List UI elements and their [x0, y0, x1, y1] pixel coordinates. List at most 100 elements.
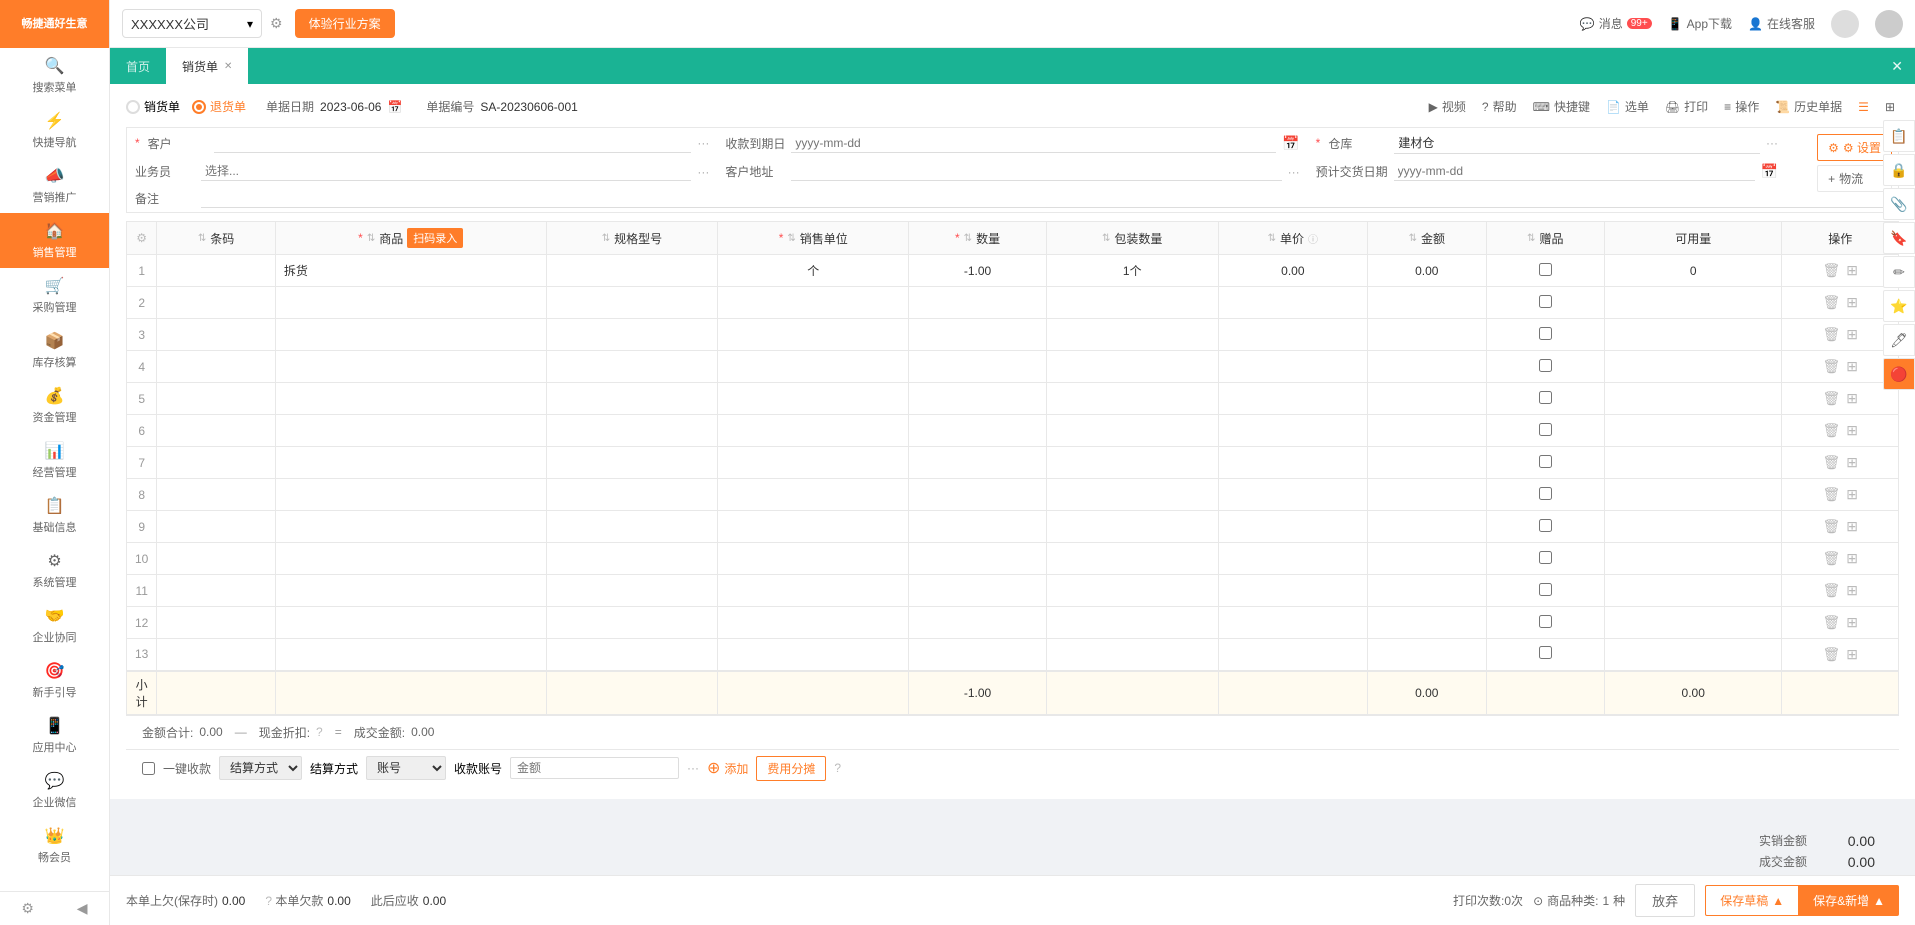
calendar-icon2[interactable]: 📅 [1761, 163, 1778, 180]
gift-checkbox[interactable] [1539, 646, 1552, 659]
avatar[interactable] [1831, 10, 1859, 38]
cell-pack-qty[interactable] [1046, 575, 1218, 607]
copy-icon[interactable]: ⊞ [1846, 454, 1858, 471]
cell-barcode[interactable] [157, 319, 275, 351]
cell-spec[interactable] [546, 575, 718, 607]
salesperson-picker-icon[interactable]: ··· [697, 165, 709, 179]
cell-spec[interactable] [546, 319, 718, 351]
cell-gift[interactable] [1486, 447, 1604, 479]
cell-amount[interactable] [1368, 479, 1486, 511]
delete-icon[interactable]: 🗑 [1822, 454, 1840, 471]
cell-qty[interactable] [909, 511, 1047, 543]
view-list-btn[interactable]: ☰ [1854, 98, 1873, 116]
cell-barcode[interactable] [157, 607, 275, 639]
cell-barcode[interactable] [157, 383, 275, 415]
copy-icon[interactable]: ⊞ [1846, 614, 1858, 631]
cell-pack-qty[interactable] [1046, 607, 1218, 639]
copy-icon[interactable]: ⊞ [1846, 550, 1858, 567]
float-btn-2[interactable]: 🔒 [1883, 154, 1915, 186]
sidebar-item-appstore[interactable]: 📱 应用中心 [0, 708, 109, 763]
cell-unit[interactable] [718, 319, 909, 351]
payment-date-input[interactable] [791, 134, 1276, 153]
sort-icon[interactable]: ⇅ [602, 233, 610, 244]
gift-checkbox[interactable] [1539, 583, 1552, 596]
cell-gift[interactable] [1486, 511, 1604, 543]
cell-product[interactable] [275, 639, 546, 671]
gift-checkbox[interactable] [1539, 615, 1552, 628]
customer-address-input[interactable] [791, 162, 1281, 181]
expense-split-button[interactable]: 费用分摊 [756, 756, 826, 781]
sidebar-item-enterprise[interactable]: 🤝 企业协同 [0, 598, 109, 653]
delete-icon[interactable]: 🗑 [1822, 486, 1840, 503]
cell-barcode[interactable] [157, 351, 275, 383]
cell-amount[interactable] [1368, 607, 1486, 639]
sidebar-item-wechat[interactable]: 💬 企业微信 [0, 763, 109, 818]
cell-unit[interactable] [718, 415, 909, 447]
customer-input[interactable] [214, 134, 692, 153]
sidebar-item-finance[interactable]: 💰 资金管理 [0, 378, 109, 433]
cell-barcode[interactable] [157, 415, 275, 447]
sidebar-item-marketing[interactable]: 📣 营销推广 [0, 158, 109, 213]
sidebar-settings-btn[interactable]: ⚙ [21, 900, 34, 917]
cell-unit[interactable] [718, 575, 909, 607]
cell-amount[interactable] [1368, 351, 1486, 383]
select-btn[interactable]: 📄 选单 [1602, 96, 1653, 117]
cell-spec[interactable] [546, 351, 718, 383]
settings-icon[interactable]: ⚙ [270, 15, 283, 32]
cell-unit-price[interactable] [1218, 287, 1368, 319]
cell-product[interactable] [275, 351, 546, 383]
cell-qty[interactable]: -1.00 [909, 255, 1047, 287]
tab-close-icon[interactable]: ✕ [224, 61, 232, 72]
delete-icon[interactable]: 🗑 [1822, 550, 1840, 567]
cell-amount[interactable] [1368, 415, 1486, 447]
cell-product[interactable] [275, 607, 546, 639]
cell-product[interactable] [275, 575, 546, 607]
cell-product[interactable] [275, 479, 546, 511]
save-draft-button[interactable]: 保存草稿 ▲ [1705, 885, 1799, 916]
copy-icon[interactable]: ⊞ [1846, 390, 1858, 407]
sidebar-collapse-btn[interactable]: ◀ [77, 900, 88, 917]
warehouse-value[interactable]: 建材仓 [1394, 132, 1760, 154]
cell-pack-qty[interactable] [1046, 287, 1218, 319]
cell-amount[interactable] [1368, 575, 1486, 607]
cell-unit[interactable] [718, 383, 909, 415]
cell-unit-price[interactable] [1218, 511, 1368, 543]
sidebar-item-basic[interactable]: 📋 基础信息 [0, 488, 109, 543]
sort-icon[interactable]: ⇅ [787, 233, 795, 244]
cell-unit[interactable] [718, 511, 909, 543]
copy-icon[interactable]: ⊞ [1846, 294, 1858, 311]
cell-amount[interactable] [1368, 383, 1486, 415]
sort-icon[interactable]: ⇅ [367, 233, 375, 244]
gift-checkbox[interactable] [1539, 423, 1552, 436]
online-service-btn[interactable]: 👤 在线客服 [1748, 15, 1815, 32]
account-select[interactable]: 账号 [366, 756, 446, 780]
cell-pack-qty[interactable] [1046, 543, 1218, 575]
cell-qty[interactable] [909, 351, 1047, 383]
save-new-button[interactable]: 保存&新增 ▲ [1799, 885, 1899, 916]
cell-product[interactable] [275, 447, 546, 479]
gift-checkbox[interactable] [1539, 487, 1552, 500]
sort-icon[interactable]: ⇅ [1409, 233, 1417, 244]
cell-amount[interactable] [1368, 511, 1486, 543]
cell-pack-qty[interactable] [1046, 447, 1218, 479]
copy-icon[interactable]: ⊞ [1846, 486, 1858, 503]
settle-method-select[interactable]: 结算方式 [219, 756, 302, 780]
discard-button[interactable]: 放弃 [1635, 884, 1695, 917]
copy-icon[interactable]: ⊞ [1846, 326, 1858, 343]
cell-unit-price[interactable] [1218, 479, 1368, 511]
calendar-icon[interactable]: 📅 [1282, 135, 1299, 152]
tab-close-all[interactable]: ✕ [1879, 48, 1915, 84]
cell-unit-price[interactable] [1218, 607, 1368, 639]
company-selector[interactable]: XXXXXX公司 ▾ [122, 9, 262, 38]
cell-spec[interactable] [546, 255, 718, 287]
delete-icon[interactable]: 🗑 [1822, 646, 1840, 663]
cell-product[interactable] [275, 415, 546, 447]
cell-spec[interactable] [546, 415, 718, 447]
cell-barcode[interactable] [157, 255, 275, 287]
sort-icon[interactable]: ⇅ [964, 233, 972, 244]
cell-gift[interactable] [1486, 575, 1604, 607]
gift-checkbox[interactable] [1539, 551, 1552, 564]
cell-product[interactable] [275, 287, 546, 319]
cell-pack-qty[interactable]: 1个 [1046, 255, 1218, 287]
cell-product[interactable] [275, 319, 546, 351]
